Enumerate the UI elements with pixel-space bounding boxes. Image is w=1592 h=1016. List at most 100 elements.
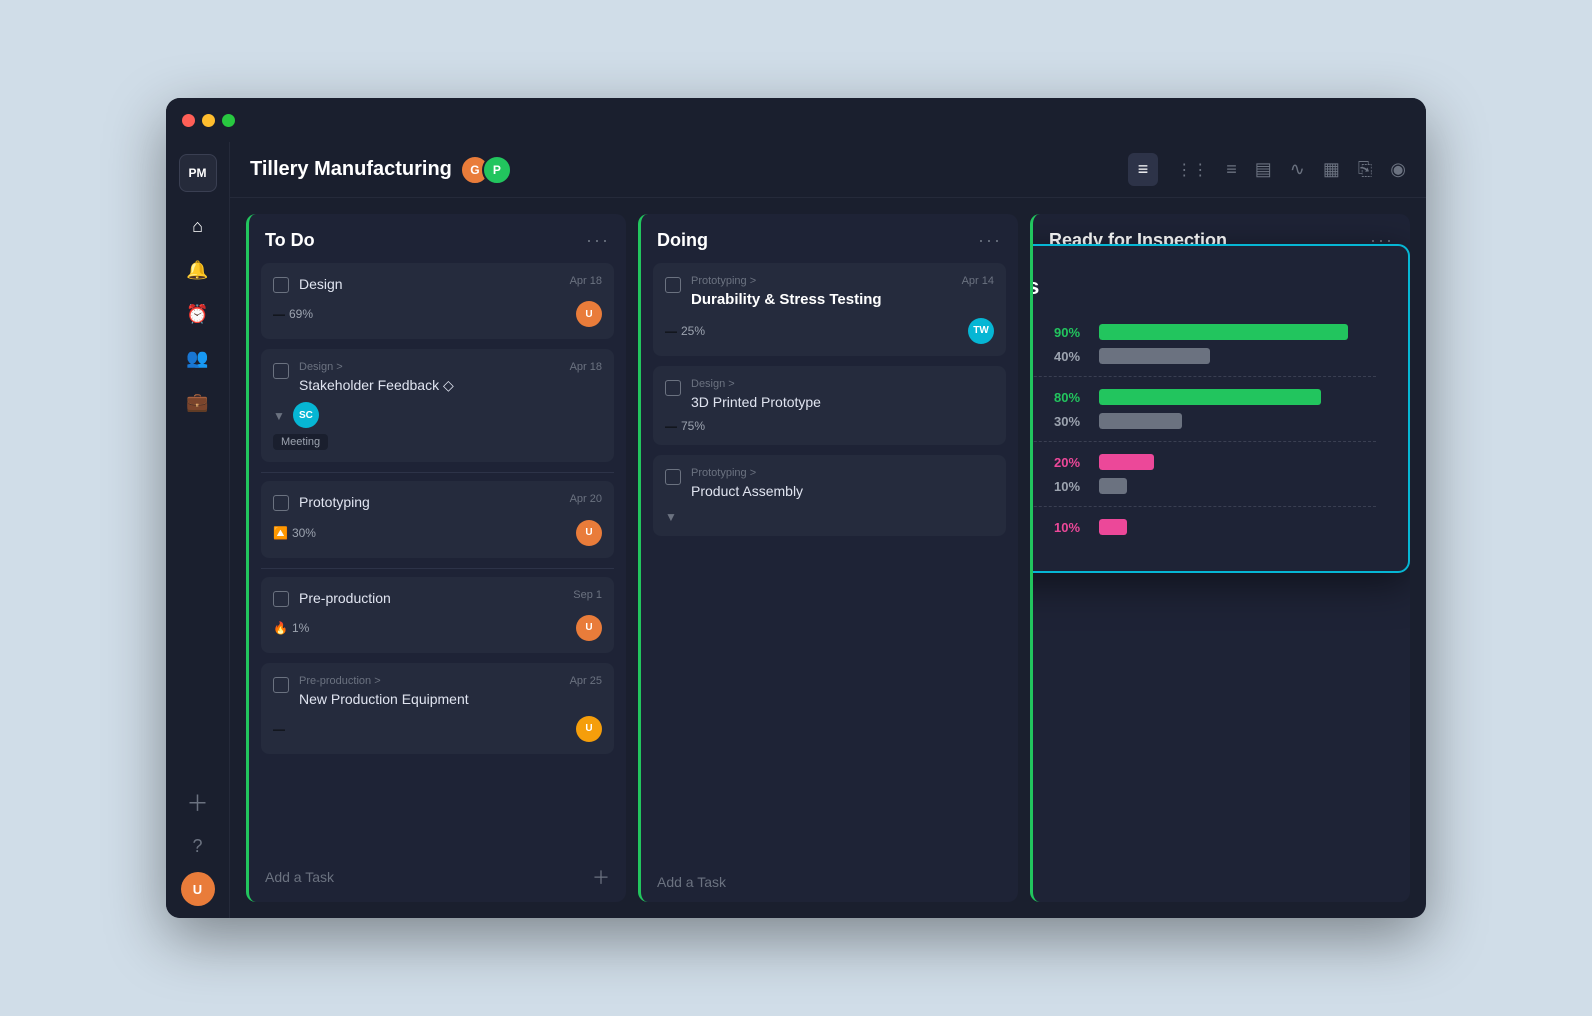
task-name-preproduction: Pre-production [299, 589, 565, 607]
task-name-prototyping: Prototyping [299, 493, 562, 511]
progress-label-prototyping: Prototyping [1030, 455, 1054, 470]
sidebar-item-work[interactable]: 💼 [180, 384, 216, 420]
header: Tillery Manufacturing G P ≡ ⋮⋮ ≡ ▤ ∿ ▦ ⎘… [230, 142, 1426, 198]
minimize-button[interactable] [202, 114, 215, 127]
task-name-3dprinted: 3D Printed Prototype [691, 393, 994, 411]
sidebar-item-add[interactable]: ＋ [180, 784, 216, 820]
task-info-durability: Prototyping > Durability & Stress Testin… [691, 275, 954, 310]
header-icon-wave[interactable]: ∿ [1290, 159, 1305, 180]
task-parent-durability: Prototyping > [691, 275, 954, 287]
header-icon-list[interactable]: ≡ [1226, 159, 1237, 180]
task-checkbox-stakeholder[interactable] [273, 363, 289, 379]
task-info-design: Design [299, 275, 562, 293]
task-parent-newequip: Pre-production > [299, 675, 562, 687]
add-task-todo-label: Add a Task [265, 869, 334, 885]
add-task-todo[interactable]: Add a Task ＋ [249, 852, 626, 902]
task-info-newequip: Pre-production > New Production Equipmen… [299, 675, 562, 708]
task-name-design: Design [299, 275, 562, 293]
progress-pct-prototyping-2: 10% [1054, 479, 1099, 494]
close-button[interactable] [182, 114, 195, 127]
progress-label-preproduction: Pre-production [1030, 520, 1054, 535]
task-date-prototyping: Apr 20 [570, 493, 602, 505]
column-doing-menu[interactable]: ··· [978, 230, 1002, 251]
header-icon-eye[interactable]: ◉ [1390, 159, 1406, 180]
sidebar-item-home[interactable]: ⌂ [180, 208, 216, 244]
sidebar-item-people[interactable]: 👥 [180, 340, 216, 376]
app-window: PM ⌂ 🔔 ⏰ 👥 💼 ＋ ? U Tillery Manufacturing… [166, 98, 1426, 918]
progress-row-prototyping-1: Prototyping 20% [1030, 454, 1376, 470]
header-avatar-2[interactable]: P [482, 155, 512, 185]
task-info-preproduction: Pre-production [299, 589, 565, 607]
task-checkbox-prototyping[interactable] [273, 495, 289, 511]
progress-icon-prototyping: 🔼 [273, 526, 288, 540]
task-footer-stakeholder: ▼ SC [273, 402, 602, 428]
task-checkbox-3dprinted[interactable] [665, 380, 681, 396]
header-icon-calendar[interactable]: ▦ [1323, 159, 1340, 180]
progress-bar-preproduction-1 [1099, 519, 1376, 535]
task-footer-design: — 69% U [273, 301, 602, 327]
header-icon-file[interactable]: ⎘ [1358, 159, 1372, 180]
task-name-newequip: New Production Equipment [299, 690, 562, 708]
sidebar-item-notifications[interactable]: 🔔 [180, 252, 216, 288]
task-card-newequip-header: Pre-production > New Production Equipmen… [273, 675, 602, 708]
progress-pct-design-1: 80% [1054, 390, 1099, 405]
column-doing-title: Doing [657, 230, 978, 251]
task-footer-newequip: — U [273, 716, 602, 742]
header-icon-hamburger[interactable]: ≡ [1128, 153, 1159, 186]
dropdown-icon-stakeholder: ▼ [273, 409, 285, 423]
task-name-assembly: Product Assembly [691, 482, 994, 500]
header-icon-doc[interactable]: ▤ [1255, 159, 1272, 180]
progress-row-prototyping-2: 10% [1030, 478, 1376, 494]
progress-pct-prototyping-1: 20% [1054, 455, 1099, 470]
sidebar-item-help[interactable]: ? [180, 828, 216, 864]
progress-popup: Progress Ideation 90% [1030, 244, 1410, 573]
column-todo-menu[interactable]: ··· [586, 230, 610, 251]
task-avatar-stakeholder: SC [293, 402, 319, 428]
task-card-durability: Prototyping > Durability & Stress Testin… [653, 263, 1006, 356]
add-task-icon-todo: ＋ [592, 864, 610, 890]
progress-bar-ideation-1 [1099, 324, 1376, 340]
task-card-3dprinted-header: Design > 3D Printed Prototype [665, 378, 994, 411]
column-todo: To Do ··· Design Apr 18 [246, 214, 626, 902]
progress-icon-3dprinted: — [665, 419, 677, 433]
progress-pct-preproduction: 1% [292, 621, 309, 635]
task-checkbox-design[interactable] [273, 277, 289, 293]
progress-pct-ideation-1: 90% [1054, 325, 1099, 340]
progress-section-design: Design 80% 30% [1030, 389, 1376, 429]
task-card-prototyping: Prototyping Apr 20 🔼 30% U [261, 481, 614, 557]
task-card-design: Design Apr 18 — 69% U [261, 263, 614, 339]
task-info-3dprinted: Design > 3D Printed Prototype [691, 378, 994, 411]
task-footer-assembly: ▼ [665, 508, 994, 524]
sidebar-logo: PM [179, 154, 217, 192]
sidebar-item-time[interactable]: ⏰ [180, 296, 216, 332]
divider-prototyping [1030, 506, 1376, 507]
progress-icon-design: — [273, 307, 285, 321]
maximize-button[interactable] [222, 114, 235, 127]
progress-icon-newequip: — [273, 722, 285, 736]
divider-2 [261, 568, 614, 569]
task-name-stakeholder: Stakeholder Feedback ◇ [299, 376, 562, 394]
progress-pct-3dprinted: 75% [681, 419, 705, 433]
header-icons: ≡ ⋮⋮ ≡ ▤ ∿ ▦ ⎘ ◉ [1128, 153, 1406, 186]
column-todo-body: Design Apr 18 — 69% U [249, 263, 626, 852]
dropdown-icon-assembly: ▼ [665, 510, 677, 524]
header-icon-chart[interactable]: ⋮⋮ [1176, 160, 1208, 180]
task-card-assembly-header: Prototyping > Product Assembly [665, 467, 994, 500]
task-checkbox-durability[interactable] [665, 277, 681, 293]
column-doing: Doing ··· Prototyping > Durability & Str… [638, 214, 1018, 902]
progress-row-preproduction-1: Pre-production 10% [1030, 519, 1376, 535]
task-name-durability: Durability & Stress Testing [691, 290, 954, 310]
task-checkbox-preproduction[interactable] [273, 591, 289, 607]
progress-section-prototyping: Prototyping 20% 10% [1030, 454, 1376, 494]
header-avatars: G P [468, 155, 512, 185]
task-checkbox-newequip[interactable] [273, 677, 289, 693]
task-checkbox-assembly[interactable] [665, 469, 681, 485]
progress-row-ideation-2: 40% [1030, 348, 1376, 364]
progress-bar-design-1 [1099, 389, 1376, 405]
column-todo-header: To Do ··· [249, 214, 626, 263]
sidebar: PM ⌂ 🔔 ⏰ 👥 💼 ＋ ? U [166, 142, 230, 918]
task-avatar-design: U [576, 301, 602, 327]
user-avatar[interactable]: U [181, 872, 215, 906]
divider-design [1030, 441, 1376, 442]
add-task-doing[interactable]: Add a Task [641, 862, 1018, 902]
